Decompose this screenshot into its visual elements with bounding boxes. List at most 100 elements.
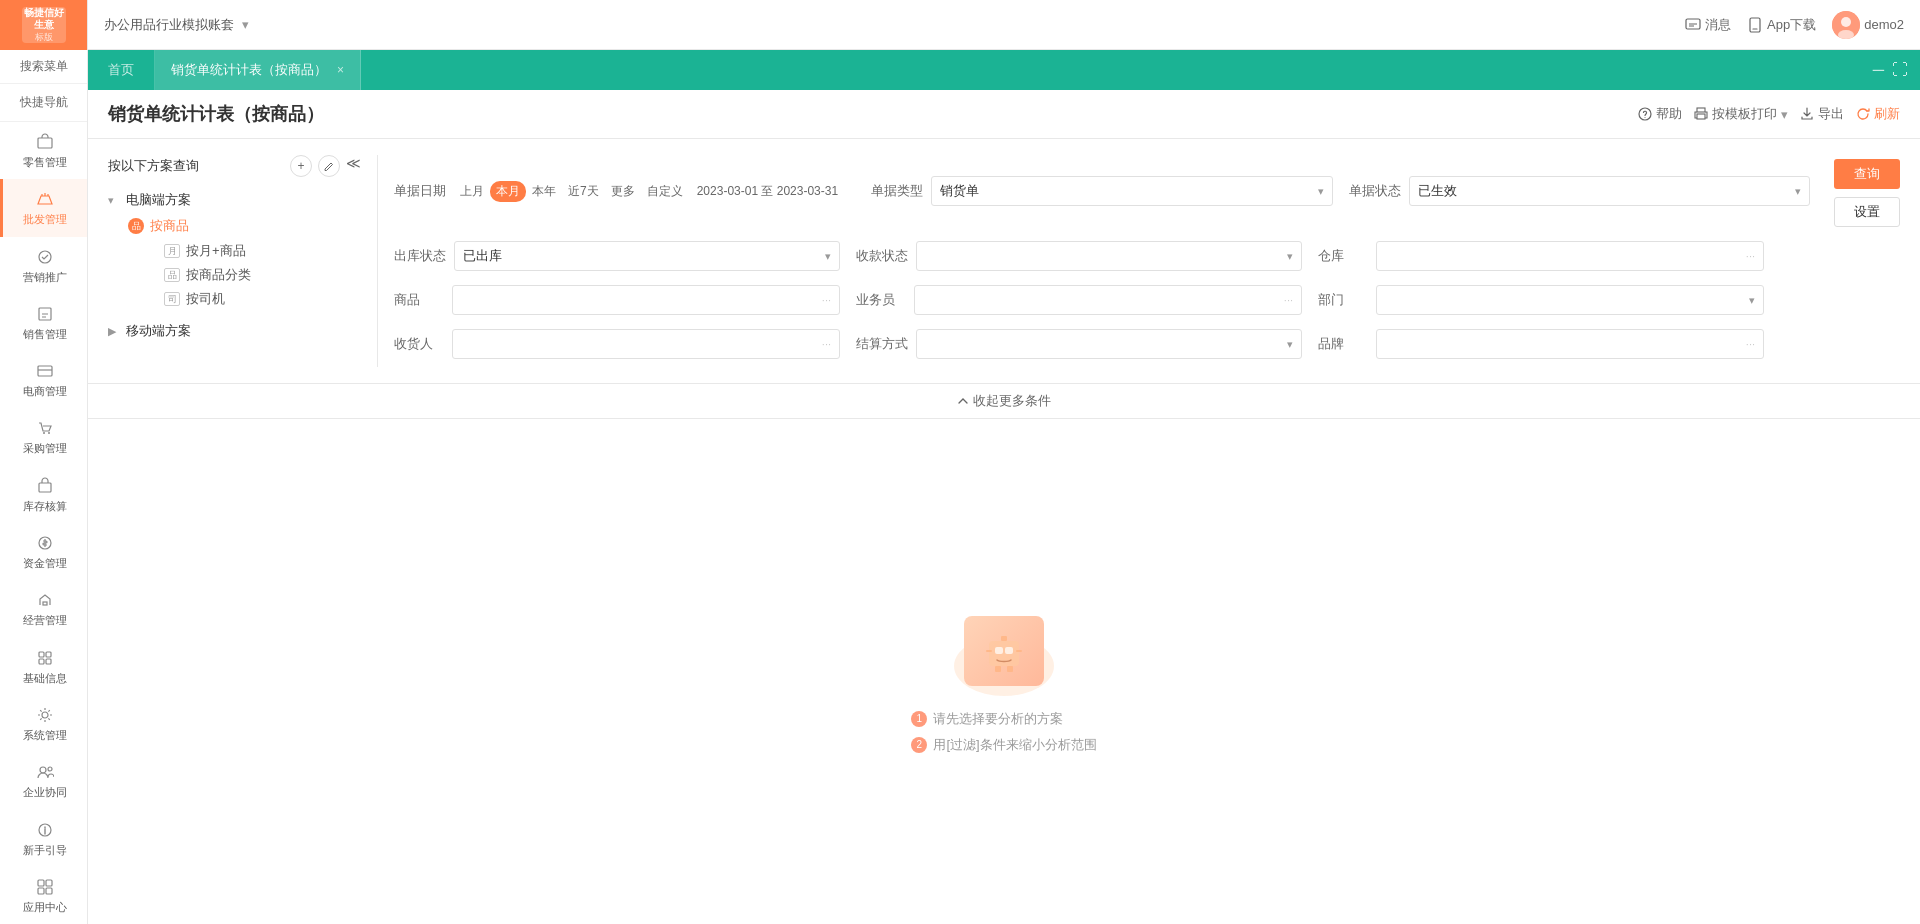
- sidebar-item-sales[interactable]: 销售管理: [0, 294, 87, 351]
- svg-point-13: [42, 712, 48, 718]
- warehouse-status-arrow: ▾: [825, 250, 831, 263]
- status-control[interactable]: 已生效 ▾: [1409, 176, 1810, 206]
- sidebar-item-enterprise-label: 企业协同: [23, 785, 67, 799]
- sidebar-item-finance-label: 资金管理: [23, 556, 67, 570]
- search-menu[interactable]: 搜索菜单: [0, 50, 87, 84]
- sidebar-item-system[interactable]: 系统管理: [0, 695, 87, 752]
- tree-leaf-goods-category[interactable]: 品 按商品分类: [164, 263, 361, 287]
- sidebar-item-operations-label: 经营管理: [23, 613, 67, 627]
- svg-rect-24: [1750, 18, 1760, 32]
- tree-leaf-driver[interactable]: 司 按司机: [164, 287, 361, 311]
- query-btn[interactable]: 查询: [1834, 159, 1900, 189]
- date-tab-this-year[interactable]: 本年: [526, 181, 562, 202]
- filter-left-header: 按以下方案查询 + ≪: [108, 155, 361, 177]
- sidebar-item-purchase[interactable]: 采购管理: [0, 408, 87, 465]
- search-menu-label: 搜索菜单: [20, 59, 68, 73]
- refresh-btn[interactable]: 刷新: [1856, 105, 1900, 123]
- filter-goods: 商品 ···: [394, 285, 840, 315]
- help-icon: [1638, 107, 1652, 121]
- sidebar-item-basic-label: 基础信息: [23, 671, 67, 685]
- tab-home[interactable]: 首页: [88, 50, 155, 90]
- sidebar-item-finance[interactable]: 资金管理: [0, 523, 87, 580]
- settings-btn[interactable]: 设置: [1834, 197, 1900, 227]
- svg-point-5: [48, 432, 50, 434]
- tab-current[interactable]: 销货单统计计表（按商品） ×: [155, 50, 361, 90]
- filter-payment: 结算方式 ▾: [856, 329, 1302, 359]
- tab-minimize-btn[interactable]: ─: [1873, 62, 1884, 78]
- tab-maximize-btn[interactable]: ⛶: [1892, 62, 1908, 78]
- print-dropdown-icon[interactable]: ▾: [1781, 107, 1788, 122]
- help-btn[interactable]: 帮助: [1638, 105, 1682, 123]
- brand-dots: ···: [1746, 338, 1755, 350]
- tab-close-btn[interactable]: ×: [337, 63, 344, 77]
- empty-hint-2: 2 用[过滤]条件来缩小分析范围: [911, 732, 1096, 758]
- brand-control[interactable]: ···: [1376, 329, 1764, 359]
- marketing-icon: [35, 247, 55, 267]
- sidebar-item-inventory[interactable]: 库存核算: [0, 466, 87, 523]
- dept-label: 部门: [1318, 291, 1368, 309]
- sidebar-item-guide[interactable]: 新手引导: [0, 810, 87, 867]
- sidebar-item-appstore[interactable]: 应用中心: [0, 867, 87, 924]
- payment-control[interactable]: ▾: [916, 329, 1302, 359]
- sidebar-item-ecommerce-label: 电商管理: [23, 384, 67, 398]
- svg-rect-0: [38, 138, 52, 148]
- tree-leaf-items: 月 按月+商品 品 按商品分类 司 按司机: [128, 239, 361, 311]
- print-btn[interactable]: 按模板打印 ▾: [1694, 105, 1788, 123]
- svg-rect-18: [46, 880, 52, 886]
- tree-node-goods[interactable]: 品 按商品: [128, 213, 361, 239]
- action-buttons: 查询 设置: [1834, 155, 1900, 227]
- date-tab-this-month[interactable]: 本月: [490, 181, 526, 202]
- sidebar-item-basic[interactable]: 基础信息: [0, 638, 87, 695]
- sidebar-item-guide-label: 新手引导: [23, 843, 67, 857]
- date-tab-more[interactable]: 更多: [605, 181, 641, 202]
- sidebar-item-ecommerce[interactable]: 电商管理: [0, 351, 87, 408]
- messages-btn[interactable]: 消息: [1685, 16, 1731, 34]
- tree-pc-section[interactable]: ▾ 电脑端方案: [108, 187, 361, 213]
- industry-dropdown-icon[interactable]: ▾: [242, 17, 249, 32]
- edit-scheme-btn[interactable]: [318, 155, 340, 177]
- node-goods-icon: 品: [128, 218, 144, 234]
- collapse-left-btn[interactable]: ≪: [346, 155, 361, 177]
- svg-point-15: [48, 767, 52, 771]
- receipt-status-control[interactable]: ▾: [916, 241, 1302, 271]
- add-scheme-btn[interactable]: +: [290, 155, 312, 177]
- sidebar-item-marketing[interactable]: 营销推广: [0, 237, 87, 294]
- user-avatar[interactable]: demo2: [1832, 11, 1904, 39]
- goods-control[interactable]: ···: [452, 285, 840, 315]
- app-download-btn[interactable]: App下载: [1747, 16, 1816, 34]
- chevron-up-icon: [957, 395, 969, 407]
- date-tab-last-month[interactable]: 上月: [454, 181, 490, 202]
- staff-control[interactable]: ···: [914, 285, 1302, 315]
- date-tab-custom[interactable]: 自定义: [641, 181, 689, 202]
- type-control[interactable]: 销货单 ▾: [931, 176, 1332, 206]
- svg-rect-3: [38, 366, 52, 376]
- status-value: 已生效: [1418, 182, 1457, 200]
- empty-hint-1: 1 请先选择要分析的方案: [911, 706, 1096, 732]
- warehouse-status-control[interactable]: 已出库 ▾: [454, 241, 840, 271]
- hint-num-2: 2: [911, 737, 927, 753]
- tree-leaf-month-goods[interactable]: 月 按月+商品: [164, 239, 361, 263]
- receipt-status-label: 收款状态: [856, 247, 908, 265]
- collapse-more-btn[interactable]: 收起更多条件: [957, 392, 1051, 410]
- sidebar-item-wholesale[interactable]: 批发管理: [0, 179, 87, 236]
- dept-control[interactable]: ▾: [1376, 285, 1764, 315]
- operations-icon: [35, 590, 55, 610]
- app-download-label: App下载: [1767, 16, 1816, 34]
- quick-nav[interactable]: 快捷导航: [0, 84, 87, 122]
- sidebar-item-enterprise[interactable]: 企业协同: [0, 752, 87, 809]
- tree-leaf-driver-label: 按司机: [186, 290, 225, 308]
- type-label: 单据类型: [871, 182, 923, 200]
- recipient-control[interactable]: ···: [452, 329, 840, 359]
- tree-mobile-item[interactable]: ▶ 移动端方案: [108, 319, 361, 343]
- svg-rect-20: [46, 888, 52, 894]
- warehouse-control[interactable]: ···: [1376, 241, 1764, 271]
- export-label: 导出: [1818, 105, 1844, 123]
- filter-left-icons: + ≪: [290, 155, 361, 177]
- sidebar-item-operations[interactable]: 经营管理: [0, 580, 87, 637]
- staff-dots: ···: [1284, 294, 1293, 306]
- sidebar-item-retail[interactable]: 零售管理: [0, 122, 87, 179]
- date-tab-7days[interactable]: 近7天: [562, 181, 605, 202]
- export-btn[interactable]: 导出: [1800, 105, 1844, 123]
- svg-rect-33: [995, 647, 1003, 654]
- logo[interactable]: 畅捷信好生意 标版: [0, 0, 87, 50]
